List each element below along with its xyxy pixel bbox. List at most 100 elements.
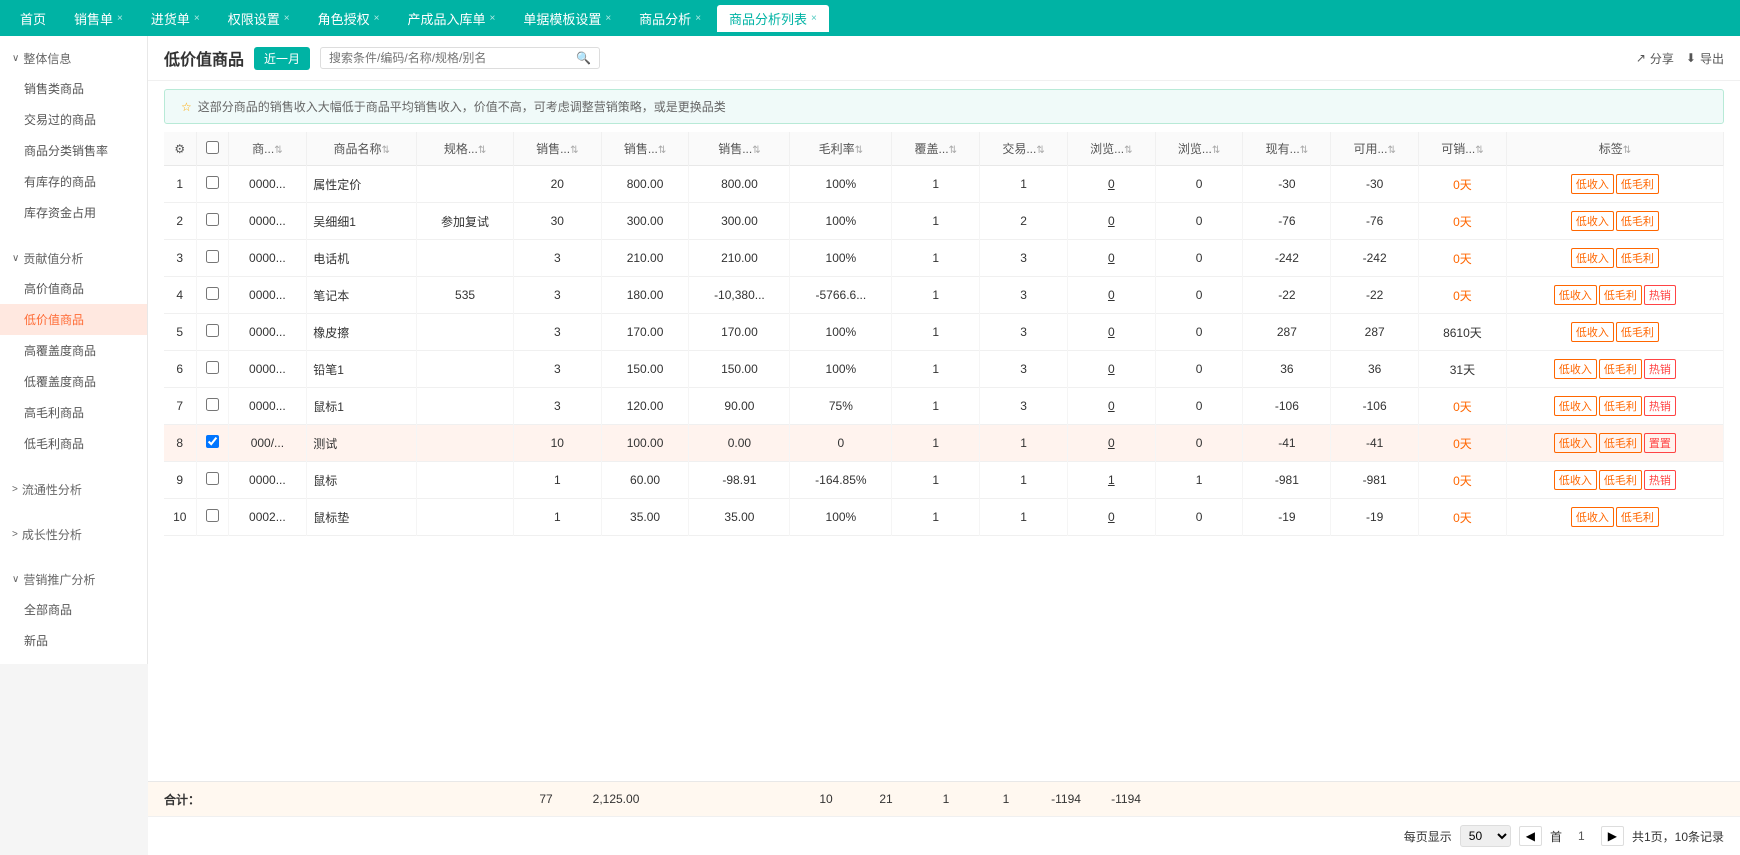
row-checkbox[interactable] — [206, 250, 219, 263]
nav-stock[interactable]: 产成品入库单 × — [395, 5, 507, 32]
sidebar-item-traded-goods[interactable]: 交易过的商品 — [0, 104, 147, 135]
nav-sales[interactable]: 销售单 × — [62, 5, 135, 32]
row-checkbox[interactable] — [206, 176, 219, 189]
row-checkbox[interactable] — [206, 361, 219, 374]
cell-name[interactable]: 鼠标垫 — [307, 499, 417, 536]
row-checkbox[interactable] — [206, 287, 219, 300]
cell-view1[interactable]: 0 — [1067, 351, 1155, 388]
cell-name[interactable]: 鼠标1 — [307, 388, 417, 425]
tag: 低毛利 — [1599, 433, 1642, 453]
sidebar-item-new-goods[interactable]: 新品 — [0, 625, 147, 656]
nav-template-close[interactable]: × — [605, 13, 611, 24]
col-coverage[interactable]: 覆盖...⇅ — [892, 132, 980, 166]
col-saleable[interactable]: 可销...⇅ — [1419, 132, 1507, 166]
export-button[interactable]: ⬇ 导出 — [1686, 50, 1724, 67]
nav-sales-close[interactable]: × — [117, 13, 123, 24]
col-settings[interactable]: ⚙ — [164, 132, 196, 166]
sidebar-item-all-goods[interactable]: 全部商品 — [0, 594, 147, 625]
row-checkbox[interactable] — [206, 435, 219, 448]
cell-name[interactable]: 橡皮擦 — [307, 314, 417, 351]
col-sale-qty[interactable]: 销售...⇅ — [513, 132, 601, 166]
sidebar-item-high-coverage[interactable]: 高覆盖度商品 — [0, 335, 147, 366]
nav-template[interactable]: 单据模板设置 × — [511, 5, 623, 32]
next-page-button[interactable]: ▶ — [1601, 826, 1624, 846]
sidebar-item-high-value[interactable]: 高价值商品 — [0, 273, 147, 304]
col-view1[interactable]: 浏览...⇅ — [1067, 132, 1155, 166]
select-all-checkbox[interactable] — [206, 141, 219, 154]
row-checkbox[interactable] — [206, 472, 219, 485]
sidebar-section-growth-title[interactable]: > 成长性分析 — [0, 520, 147, 549]
cell-name[interactable]: 电话机 — [307, 240, 417, 277]
col-margin[interactable]: 毛利率⇅ — [790, 132, 892, 166]
cell-view1[interactable]: 0 — [1067, 240, 1155, 277]
row-checkbox[interactable] — [206, 398, 219, 411]
cell-view1[interactable]: 0 — [1067, 499, 1155, 536]
cell-view1[interactable]: 1 — [1067, 462, 1155, 499]
cell-view1[interactable]: 0 — [1067, 277, 1155, 314]
row-checkbox[interactable] — [206, 324, 219, 337]
nav-permission-close[interactable]: × — [284, 13, 290, 24]
cell-view1[interactable]: 0 — [1067, 166, 1155, 203]
nav-analysis-list[interactable]: 商品分析列表 × — [717, 5, 829, 32]
cell-name[interactable]: 吴细细1 — [307, 203, 417, 240]
settings-icon[interactable]: ⚙ — [174, 142, 185, 156]
search-icon[interactable]: 🔍 — [576, 51, 591, 65]
tag: 低毛利 — [1599, 396, 1642, 416]
cell-tags: 低收入低毛利热销 — [1506, 277, 1723, 314]
sidebar-item-low-margin[interactable]: 低毛利商品 — [0, 428, 147, 459]
sidebar-section-flow-title[interactable]: > 流通性分析 — [0, 475, 147, 504]
sidebar-section-marketing-title[interactable]: ∨ 营销推广分析 — [0, 565, 147, 594]
col-sale-amount[interactable]: 销售...⇅ — [689, 132, 790, 166]
cell-current: -981 — [1243, 462, 1331, 499]
search-input[interactable] — [329, 51, 570, 65]
cell-name[interactable]: 属性定价 — [307, 166, 417, 203]
nav-role[interactable]: 角色授权 × — [306, 5, 392, 32]
sidebar-item-stock-fund[interactable]: 库存资金占用 — [0, 197, 147, 228]
nav-purchase-close[interactable]: × — [194, 13, 200, 24]
nav-permission[interactable]: 权限设置 × — [216, 5, 302, 32]
per-page-select[interactable]: 50 20 100 — [1460, 825, 1511, 847]
date-filter-button[interactable]: 近一月 — [254, 47, 310, 70]
tag: 低收入 — [1554, 396, 1597, 416]
nav-analysis-list-close[interactable]: × — [811, 13, 817, 24]
first-page-button[interactable]: ◀ — [1519, 826, 1542, 846]
sidebar-item-low-coverage[interactable]: 低覆盖度商品 — [0, 366, 147, 397]
nav-home[interactable]: 首页 — [8, 5, 58, 32]
cell-name[interactable]: 笔记本 — [307, 277, 417, 314]
cell-name[interactable]: 测试 — [307, 425, 417, 462]
sidebar-item-sales-goods[interactable]: 销售类商品 — [0, 73, 147, 104]
cell-code: 0000... — [228, 203, 307, 240]
col-name[interactable]: 商品名称⇅ — [307, 132, 417, 166]
nav-analysis[interactable]: 商品分析 × — [627, 5, 713, 32]
col-available[interactable]: 可用...⇅ — [1331, 132, 1419, 166]
row-checkbox[interactable] — [206, 509, 219, 522]
cell-view1[interactable]: 0 — [1067, 314, 1155, 351]
nav-stock-close[interactable]: × — [489, 13, 495, 24]
cell-view1[interactable]: 0 — [1067, 425, 1155, 462]
cell-name[interactable]: 鼠标 — [307, 462, 417, 499]
col-spec[interactable]: 规格...⇅ — [417, 132, 514, 166]
col-code[interactable]: 商...⇅ — [228, 132, 307, 166]
sidebar-item-stock-goods[interactable]: 有库存的商品 — [0, 166, 147, 197]
cell-saleable: 31天 — [1419, 351, 1507, 388]
tag: 置置 — [1644, 433, 1676, 453]
nav-analysis-close[interactable]: × — [695, 13, 701, 24]
cell-margin: 0 — [790, 425, 892, 462]
col-view2[interactable]: 浏览...⇅ — [1155, 132, 1243, 166]
col-current[interactable]: 现有...⇅ — [1243, 132, 1331, 166]
nav-role-close[interactable]: × — [374, 13, 380, 24]
sidebar-section-overview-title[interactable]: ∨ 整体信息 — [0, 44, 147, 73]
nav-purchase[interactable]: 进货单 × — [139, 5, 212, 32]
sidebar-item-high-margin[interactable]: 高毛利商品 — [0, 397, 147, 428]
row-checkbox[interactable] — [206, 213, 219, 226]
sidebar-section-contribution-title[interactable]: ∨ 贡献值分析 — [0, 244, 147, 273]
sidebar-item-category-rate[interactable]: 商品分类销售率 — [0, 135, 147, 166]
cell-view1[interactable]: 0 — [1067, 388, 1155, 425]
col-transaction[interactable]: 交易...⇅ — [980, 132, 1068, 166]
share-button[interactable]: ↗ 分享 — [1636, 50, 1674, 67]
cell-name[interactable]: 铅笔1 — [307, 351, 417, 388]
sidebar-item-low-value[interactable]: 低价值商品 — [0, 304, 147, 335]
col-tags[interactable]: 标签⇅ — [1506, 132, 1723, 166]
col-sale-price[interactable]: 销售...⇅ — [601, 132, 689, 166]
cell-view1[interactable]: 0 — [1067, 203, 1155, 240]
